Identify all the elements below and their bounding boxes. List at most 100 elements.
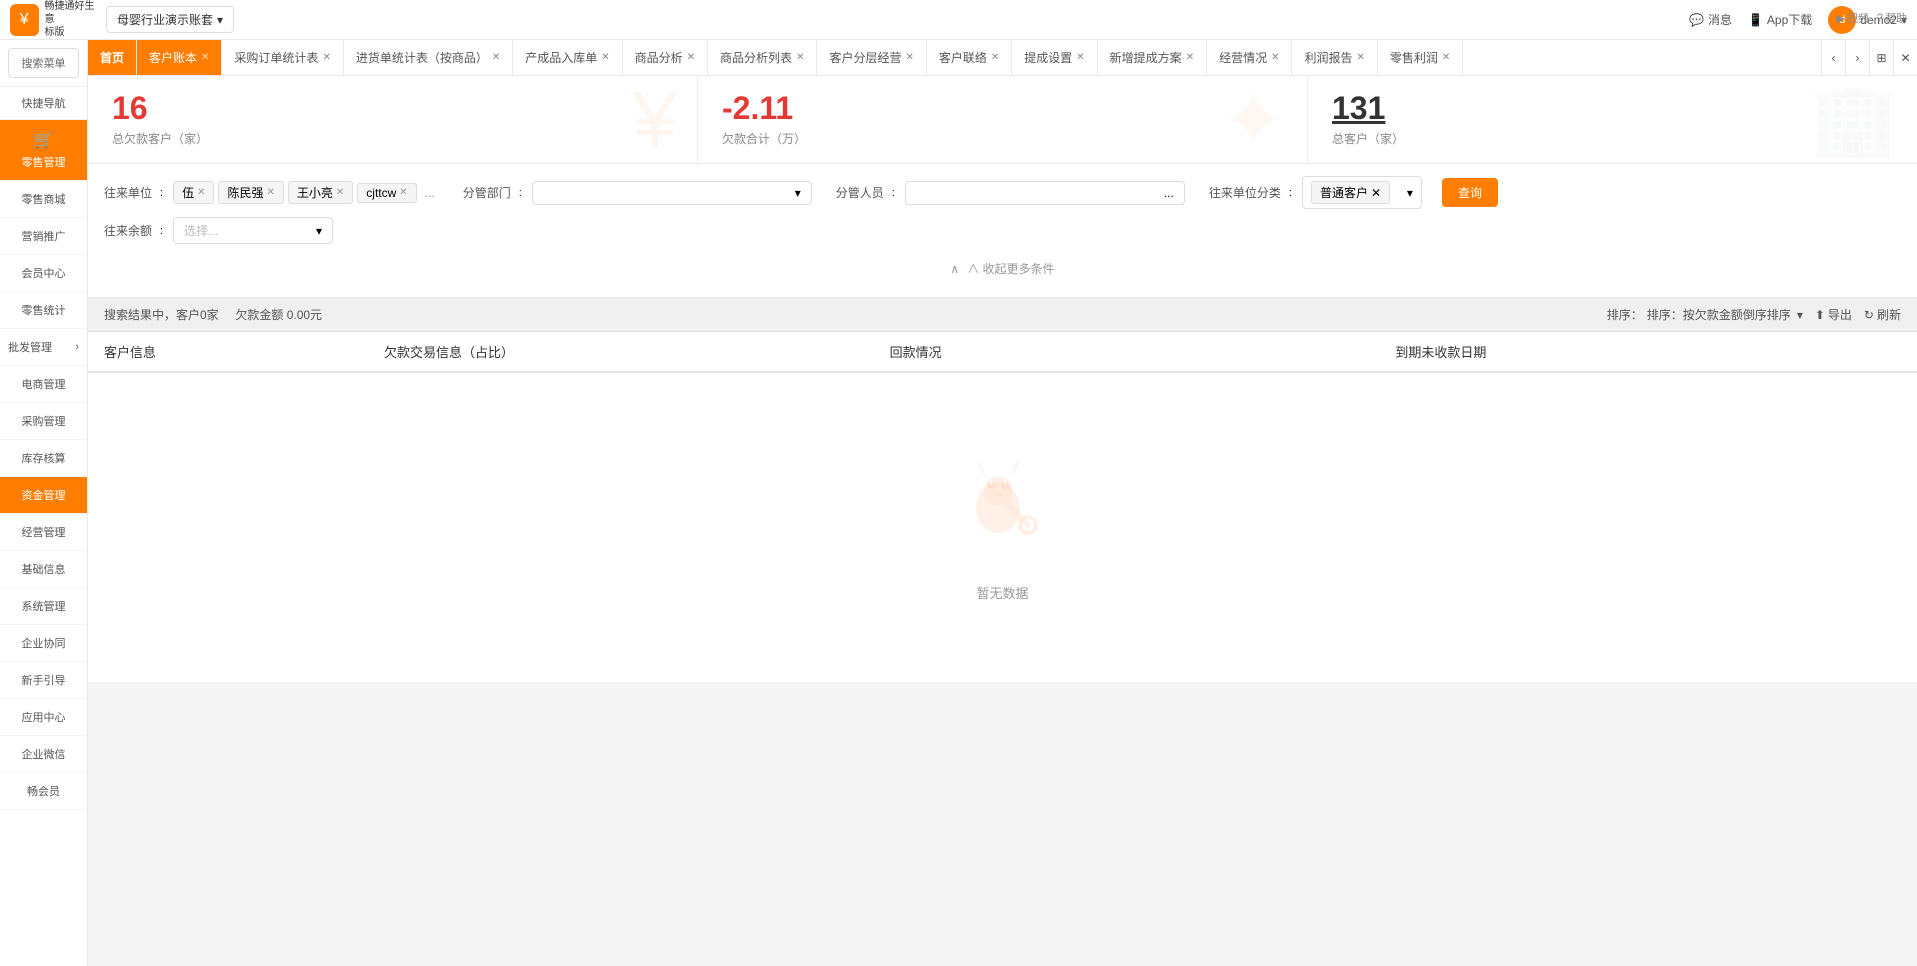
- sidebar-item-inventory[interactable]: 库存核算: [0, 440, 87, 477]
- sidebar-item-app-center[interactable]: 应用中心: [0, 699, 87, 736]
- sidebar-item-system[interactable]: 系统管理: [0, 588, 87, 625]
- close-icon[interactable]: ✕: [601, 52, 609, 63]
- filter-tag-cjttcw[interactable]: cjttcw ✕: [357, 183, 416, 203]
- close-icon[interactable]: ✕: [905, 52, 913, 63]
- sidebar-item-member-plus[interactable]: 畅会员: [0, 773, 87, 810]
- sidebar-item-label: 应用中心: [22, 709, 66, 725]
- tab-purchase-order-stats[interactable]: 采购订单统计表 ✕: [222, 40, 343, 76]
- refresh-button[interactable]: ↻ 刷新: [1864, 306, 1901, 323]
- tab-operations[interactable]: 经营情况 ✕: [1207, 40, 1292, 76]
- filter-tag-wang[interactable]: 王小亮 ✕: [288, 181, 353, 204]
- refresh-label: 刷新: [1877, 306, 1901, 323]
- sidebar-item-retail-stats[interactable]: 零售统计: [0, 292, 87, 329]
- close-icon[interactable]: ✕: [201, 52, 209, 63]
- stat-label-amount: 欠款合计（万）: [722, 130, 806, 147]
- tab-customer-tier[interactable]: 客户分层经营 ✕: [817, 40, 926, 76]
- balance-select[interactable]: 选择... ▾: [173, 217, 333, 244]
- message-button[interactable]: 💬 消息: [1689, 11, 1732, 28]
- sidebar-item-purchase[interactable]: 采购管理: [0, 403, 87, 440]
- sidebar-item-retail-mall[interactable]: 零售商城: [0, 181, 87, 218]
- industry-selector[interactable]: 母婴行业演示账套 ▾: [106, 6, 234, 33]
- query-button[interactable]: 查询: [1442, 178, 1498, 207]
- data-table: 客户信息 欠款交易信息（占比） 回款情况 到期未收款日期: [88, 332, 1917, 682]
- sidebar-item-label: 会员中心: [22, 265, 66, 281]
- sidebar-item-retail-management[interactable]: 🛒 零售管理: [0, 120, 87, 181]
- tab-product-in[interactable]: 产成品入库单 ✕: [513, 40, 622, 76]
- sidebar-item-operations[interactable]: 经营管理: [0, 514, 87, 551]
- category-selector[interactable]: 普通客户 ✕ ▾: [1302, 176, 1422, 209]
- tab-scroll-right[interactable]: ›: [1845, 40, 1869, 76]
- sidebar-item-wholesale[interactable]: 批发管理 ›: [0, 329, 87, 366]
- tab-retail-profit[interactable]: 零售利润 ✕: [1378, 40, 1463, 76]
- collapse-button[interactable]: ∧ ∧ 收起更多条件: [942, 256, 1062, 281]
- sidebar-item-finance[interactable]: 资金管理: [0, 477, 87, 514]
- result-summary: 搜索结果中，客户0家: [104, 308, 219, 322]
- category-tag-label: 普通客户: [1320, 184, 1368, 201]
- sidebar-item-newbie[interactable]: 新手引导: [0, 662, 87, 699]
- chevron-down-icon: ▾: [795, 186, 801, 200]
- filter-tag-wu[interactable]: 伍 ✕: [173, 181, 214, 204]
- empty-state: 暂无数据: [88, 373, 1917, 682]
- stat-value-total[interactable]: 131: [1332, 92, 1385, 124]
- tab-product-analysis[interactable]: 商品分析 ✕: [623, 40, 708, 76]
- tab-label: 进货单统计表（按商品）: [356, 49, 488, 66]
- filter-label-unit: 往来单位: [104, 184, 152, 201]
- stat-card-amount: ✦ -2.11 欠款合计（万）: [698, 76, 1308, 163]
- sidebar-item-members[interactable]: 会员中心: [0, 255, 87, 292]
- tab-close-all-icon[interactable]: ✕: [1893, 40, 1917, 76]
- collapse-label: ∧ 收起更多条件: [967, 260, 1054, 277]
- filter-tag-label: 王小亮: [297, 184, 333, 201]
- tab-scroll-left[interactable]: ‹: [1821, 40, 1845, 76]
- sidebar-item-label: 电商管理: [22, 376, 66, 392]
- close-icon[interactable]: ✕: [1371, 186, 1381, 200]
- sort-dropdown[interactable]: 排序： 排序：按欠款金额倒序排序 ▾: [1607, 306, 1803, 323]
- result-bar: 搜索结果中，客户0家 欠款金额 0.00元 排序： 排序：按欠款金额倒序排序 ▾…: [88, 298, 1917, 332]
- table-header: 客户信息 欠款交易信息（占比） 回款情况 到期未收款日期: [88, 332, 1917, 373]
- close-icon[interactable]: ✕: [492, 52, 500, 63]
- logo: ¥ 畅捷通好生意 标版: [10, 0, 98, 39]
- tab-new-commission[interactable]: 新增提成方案 ✕: [1098, 40, 1207, 76]
- sidebar-item-basic-info[interactable]: 基础信息: [0, 551, 87, 588]
- filter-tag-chen[interactable]: 陈民强 ✕: [218, 181, 283, 204]
- export-button[interactable]: ⬆ 导出: [1815, 306, 1852, 323]
- tab-customer-contact[interactable]: 客户联络 ✕: [927, 40, 1012, 76]
- tab-product-analysis-list[interactable]: 商品分析列表 ✕: [708, 40, 817, 76]
- tab-stock-stats[interactable]: 进货单统计表（按商品） ✕: [344, 40, 513, 76]
- close-icon[interactable]: ✕: [197, 187, 205, 198]
- dept-input[interactable]: ▾: [532, 181, 812, 205]
- close-icon[interactable]: ✕: [991, 52, 999, 63]
- close-icon[interactable]: ✕: [1186, 52, 1194, 63]
- sidebar-item-marketing[interactable]: 营销推广: [0, 218, 87, 255]
- filter-more-button[interactable]: ...: [421, 184, 439, 202]
- close-icon[interactable]: ✕: [687, 52, 695, 63]
- search-menu-button[interactable]: 搜索菜单: [8, 48, 79, 78]
- close-icon[interactable]: ✕: [1442, 52, 1450, 63]
- tab-customer-ledger[interactable]: 客户账本 ✕: [137, 40, 222, 76]
- tab-profit-report[interactable]: 利润报告 ✕: [1292, 40, 1377, 76]
- tab-label: 利润报告: [1304, 49, 1352, 66]
- close-icon[interactable]: ✕: [796, 52, 804, 63]
- close-icon[interactable]: ✕: [1357, 52, 1365, 63]
- refresh-icon: ↻: [1864, 308, 1874, 322]
- close-icon[interactable]: ✕: [267, 187, 275, 198]
- tab-more-icon[interactable]: ⊞: [1869, 40, 1893, 76]
- person-input[interactable]: ...: [905, 181, 1185, 205]
- close-icon[interactable]: ✕: [399, 187, 407, 198]
- close-icon[interactable]: ✕: [336, 187, 344, 198]
- sidebar-item-enterprise[interactable]: 企业协同: [0, 625, 87, 662]
- sidebar-item-label: 基础信息: [22, 561, 66, 577]
- sidebar-item-ecommerce[interactable]: 电商管理: [0, 366, 87, 403]
- close-icon[interactable]: ✕: [322, 52, 330, 63]
- quick-nav-button[interactable]: 快捷导航: [0, 87, 87, 120]
- filter-colon2: :: [519, 187, 522, 199]
- app-download-label: App下载: [1767, 11, 1812, 28]
- tab-label: 首页: [100, 49, 124, 66]
- close-icon[interactable]: ✕: [1271, 52, 1279, 63]
- tab-commission-settings[interactable]: 提成设置 ✕: [1012, 40, 1097, 76]
- filter-area: 往来单位 : 伍 ✕ 陈民强 ✕ 王小亮: [88, 164, 1917, 298]
- category-tag-normal[interactable]: 普通客户 ✕: [1311, 181, 1390, 204]
- sidebar-item-wechat[interactable]: 企业微信: [0, 736, 87, 773]
- tab-home[interactable]: 首页: [88, 40, 137, 76]
- app-download-button[interactable]: 📱 App下载: [1748, 11, 1812, 28]
- close-icon[interactable]: ✕: [1076, 52, 1084, 63]
